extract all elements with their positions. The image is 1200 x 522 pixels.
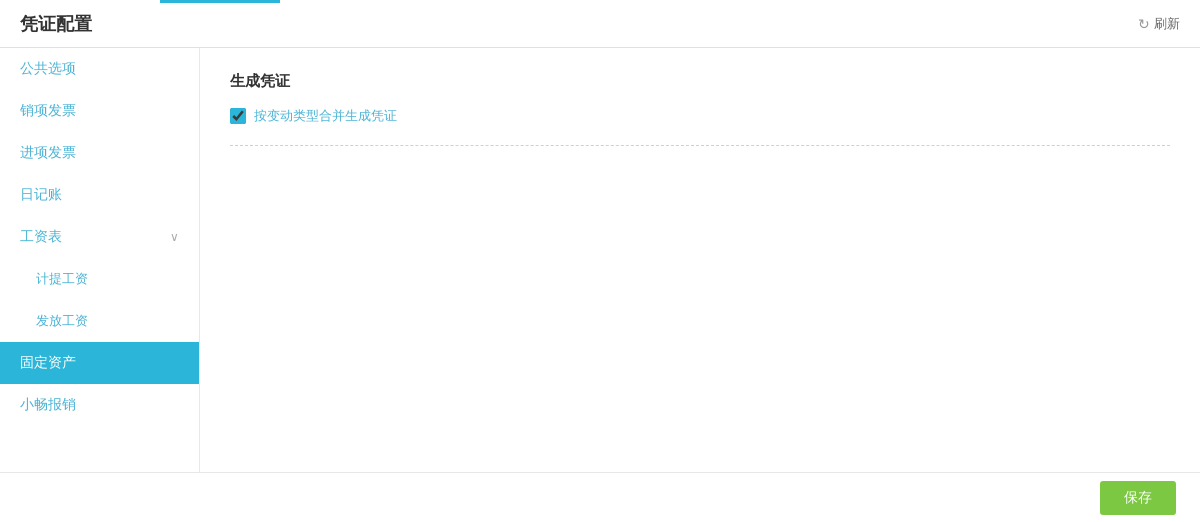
checkbox-row: 按变动类型合并生成凭证: [230, 107, 1170, 125]
sidebar-item-label: 固定资产: [20, 354, 76, 372]
section-title: 生成凭证: [230, 72, 1170, 91]
refresh-button[interactable]: ↻ 刷新: [1138, 15, 1180, 33]
sidebar-item-label: 小畅报销: [20, 396, 76, 414]
sidebar-item-purchase-invoice[interactable]: 进项发票: [0, 132, 199, 174]
sidebar-item-calc-salary[interactable]: 计提工资: [0, 258, 199, 300]
sidebar-item-pay-salary[interactable]: 发放工资: [0, 300, 199, 342]
sidebar-item-public[interactable]: 公共选项: [0, 48, 199, 90]
top-progress-bar: [160, 0, 280, 3]
sidebar-item-journal[interactable]: 日记账: [0, 174, 199, 216]
sidebar-item-expense[interactable]: 小畅报销: [0, 384, 199, 426]
footer: 保存: [0, 472, 1200, 522]
content-area: 生成凭证 按变动类型合并生成凭证: [200, 48, 1200, 472]
sidebar-item-label: 日记账: [20, 186, 62, 204]
section-divider: [230, 145, 1170, 146]
chevron-down-icon: ∨: [170, 230, 179, 244]
sidebar-item-label: 工资表: [20, 228, 62, 246]
header: 凭证配置 ↻ 刷新: [0, 0, 1200, 48]
sidebar-item-label: 销项发票: [20, 102, 76, 120]
sidebar-item-payroll[interactable]: 工资表 ∨: [0, 216, 199, 258]
sidebar-item-label: 发放工资: [36, 312, 88, 330]
main-content: 公共选项 销项发票 进项发票 日记账 工资表 ∨ 计提工资 发放工资 固定资: [0, 48, 1200, 472]
sidebar-item-label: 计提工资: [36, 270, 88, 288]
sidebar-item-sales-invoice[interactable]: 销项发票: [0, 90, 199, 132]
sidebar-item-label: 公共选项: [20, 60, 76, 78]
refresh-label: 刷新: [1154, 15, 1180, 33]
save-button[interactable]: 保存: [1100, 481, 1176, 515]
sidebar-item-label: 进项发票: [20, 144, 76, 162]
merge-voucher-checkbox[interactable]: [230, 108, 246, 124]
page-title: 凭证配置: [20, 12, 92, 36]
refresh-icon: ↻: [1138, 16, 1150, 32]
sidebar-item-fixed-assets[interactable]: 固定资产: [0, 342, 199, 384]
sidebar: 公共选项 销项发票 进项发票 日记账 工资表 ∨ 计提工资 发放工资 固定资: [0, 48, 200, 472]
merge-voucher-label[interactable]: 按变动类型合并生成凭证: [254, 107, 397, 125]
page-container: 凭证配置 ↻ 刷新 公共选项 销项发票 进项发票 日记账 工资表 ∨: [0, 0, 1200, 522]
